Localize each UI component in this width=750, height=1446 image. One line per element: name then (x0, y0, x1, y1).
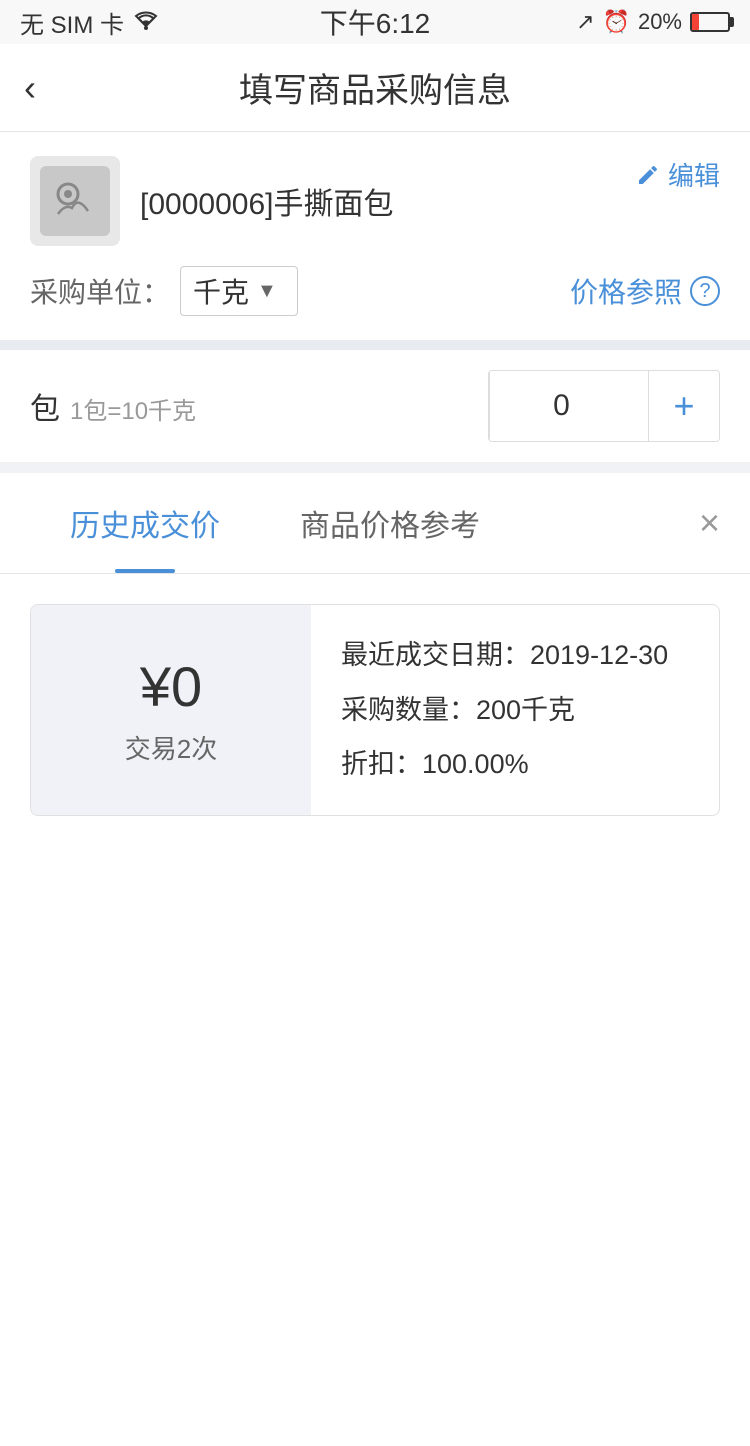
section-divider (0, 340, 750, 350)
history-price: ¥0 (140, 654, 202, 719)
tab-section: 历史成交价 商品价格参考 × ¥0 交易2次 最近成交日期：2019-12-30… (0, 473, 750, 846)
tab-header: 历史成交价 商品价格参考 × (0, 473, 750, 574)
quantity-row: 包 1包=10千克 + (0, 350, 750, 463)
history-content: ¥0 交易2次 最近成交日期：2019-12-30 采购数量：200千克 折扣：… (0, 574, 750, 846)
tab-history-price[interactable]: 历史成交价 (30, 473, 260, 573)
edit-button[interactable]: 编辑 (636, 156, 720, 193)
history-trade-count: 交易2次 (125, 729, 217, 766)
price-ref-help-icon: ? (690, 276, 720, 306)
quantity-plus-button[interactable]: + (649, 371, 719, 441)
history-card: ¥0 交易2次 最近成交日期：2019-12-30 采购数量：200千克 折扣：… (30, 604, 720, 816)
product-thumbnail (30, 156, 120, 246)
location-icon: ↗ (576, 9, 594, 35)
alarm-icon: ⏰ (603, 9, 630, 35)
thumbnail-image (40, 166, 110, 236)
history-details-panel: 最近成交日期：2019-12-30 采购数量：200千克 折扣：100.00% (311, 605, 719, 815)
battery-icon (690, 12, 730, 32)
history-purchase-qty: 采购数量：200千克 (341, 690, 689, 731)
status-right: ↗ ⏰ 20% (576, 9, 730, 35)
bottom-area (0, 846, 750, 1446)
quantity-unit: 包 (30, 384, 60, 428)
status-left: 无 SIM 卡 (20, 5, 160, 40)
status-time: 下午6:12 (320, 2, 431, 42)
page-title: 填写商品采购信息 (239, 63, 511, 112)
back-button[interactable]: ‹ (24, 67, 36, 109)
tab-close-button[interactable]: × (699, 502, 720, 544)
unit-dropdown[interactable]: 千克 ▼ (180, 266, 298, 316)
history-price-panel: ¥0 交易2次 (31, 605, 311, 815)
quantity-label: 包 1包=10千克 (30, 384, 196, 428)
product-card: [0000006]手撕面包 编辑 采购单位： 千克 ▼ 价格参照 ? (0, 132, 750, 340)
unit-area: 采购单位： 千克 ▼ (30, 266, 298, 316)
product-unit-row: 采购单位： 千克 ▼ 价格参照 ? (30, 266, 720, 316)
quantity-input[interactable] (489, 371, 649, 441)
product-left: [0000006]手撕面包 (30, 156, 393, 246)
wifi-icon (132, 8, 160, 37)
status-bar: 无 SIM 卡 下午6:12 ↗ ⏰ 20% (0, 0, 750, 44)
carrier-text: 无 SIM 卡 (20, 5, 124, 40)
battery-percent: 20% (638, 9, 682, 35)
quantity-conversion: 1包=10千克 (70, 391, 196, 426)
price-reference-button[interactable]: 价格参照 ? (570, 271, 720, 311)
history-discount: 折扣：100.00% (341, 744, 689, 785)
history-recent-date: 最近成交日期：2019-12-30 (341, 635, 689, 676)
nav-bar: ‹ 填写商品采购信息 (0, 44, 750, 132)
tab-product-price-reference[interactable]: 商品价格参考 (260, 473, 520, 573)
dropdown-arrow-icon: ▼ (257, 280, 277, 303)
quantity-control: + (488, 370, 720, 442)
product-name: [0000006]手撕面包 (140, 179, 393, 223)
unit-label: 采购单位： (30, 271, 170, 311)
product-header: [0000006]手撕面包 编辑 (30, 156, 720, 246)
